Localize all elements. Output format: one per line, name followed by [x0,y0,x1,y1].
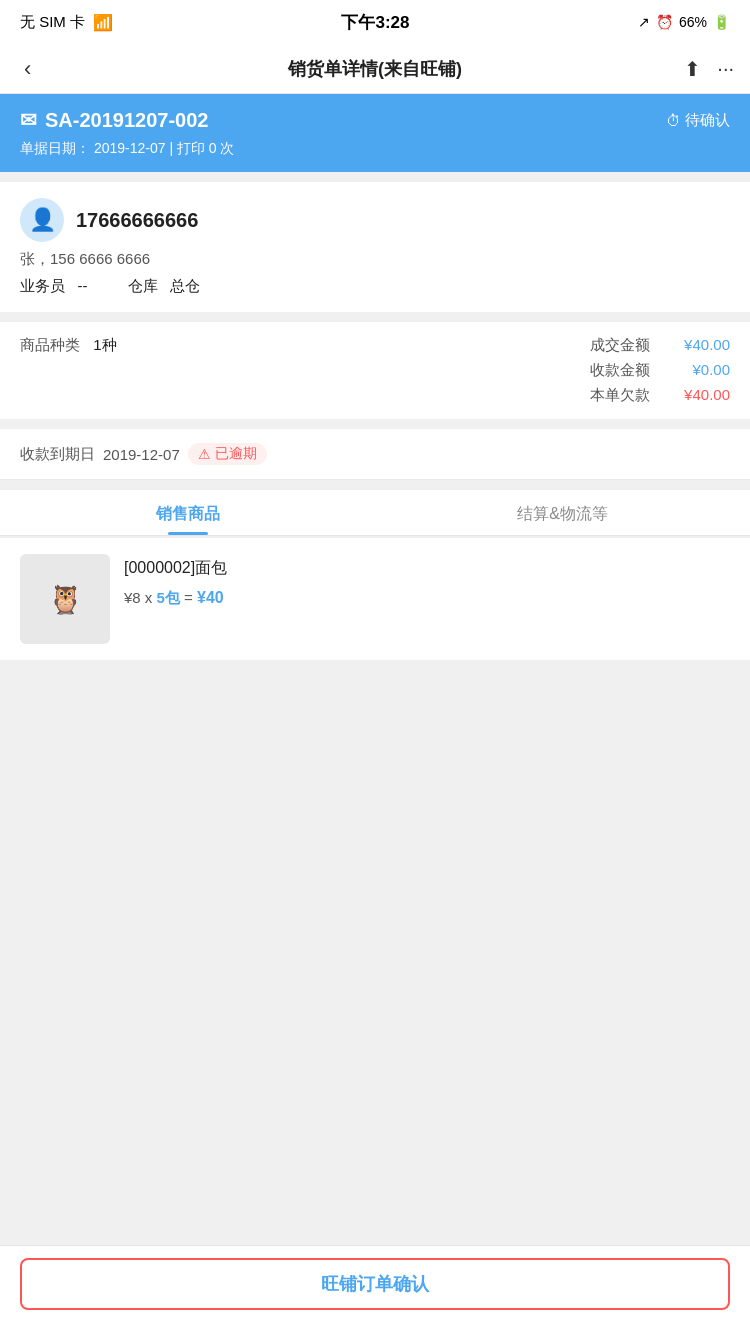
customer-meta: 业务员 -- 仓库 总仓 [20,277,730,296]
wifi-icon: 📶 [93,13,113,32]
product-price-unit: ¥8 [124,589,141,606]
tab-settlement[interactable]: 结算&物流等 [375,490,750,535]
more-button[interactable]: ··· [717,57,734,80]
customer-top: 👤 17666666666 [20,198,730,242]
location-icon: ↗ [638,14,650,30]
collected-value: ¥0.00 [660,361,730,380]
salesman-row: 业务员 -- [20,277,88,296]
email-icon: ✉ [20,108,37,132]
collected-label: 收款金额 [590,361,650,380]
status-bar-left: 无 SIM 卡 📶 [20,13,113,32]
goods-type-label: 商品种类 [20,336,80,353]
product-section: 🦉 [0000002]面包 ¥8 x 5包 = ¥40 [0,538,750,660]
avatar: 👤 [20,198,64,242]
order-id: ✉ SA-20191207-002 [20,108,208,132]
empty-space [0,660,750,860]
share-button[interactable]: ⬆ [684,57,701,81]
product-qty: 5包 [157,589,185,606]
equals-sign: = [184,589,193,606]
customer-info: 张，156 6666 6666 [20,250,730,269]
product-name-text: 面包 [195,559,227,576]
customer-phone: 17666666666 [76,209,198,232]
overdue-badge: ⚠ 已逾期 [188,443,267,465]
product-price-line: ¥8 x 5包 = ¥40 [124,589,730,608]
order-date: 单据日期： 2019-12-07 | 打印 0 次 [20,140,730,158]
owed-value: ¥40.00 [660,386,730,405]
owed-row: 本单欠款 ¥40.00 [590,386,730,405]
nav-actions: ⬆ ··· [684,57,734,81]
salesman-value: -- [78,277,88,294]
confirm-button-label: 旺铺订单确认 [321,1272,429,1296]
tabs-section: 销售商品 结算&物流等 [0,490,750,536]
status-clock-icon: ⏱ [666,112,681,129]
overdue-icon: ⚠ [198,446,211,462]
battery-icon: 🔋 [713,14,730,30]
product-code: [0000002] [124,559,195,576]
status-bar: 无 SIM 卡 📶 下午3:28 ↗ ⏰ 66% 🔋 [0,0,750,44]
order-status: ⏱ 待确认 [666,111,730,130]
date-label: 单据日期： [20,140,90,156]
status-text: 待确认 [685,111,730,130]
page-title: 销货单详情(来自旺铺) [288,57,462,81]
summary-right: 成交金额 ¥40.00 收款金额 ¥0.00 本单欠款 ¥40.00 [590,336,730,405]
deal-amount-value: ¥40.00 [660,336,730,355]
deal-amount-label: 成交金额 [590,336,650,355]
order-header: ✉ SA-20191207-002 ⏱ 待确认 单据日期： 2019-12-07… [0,94,750,172]
product-thumbnail: 🦉 [20,554,110,644]
order-id-value: SA-20191207-002 [45,109,208,132]
order-header-top: ✉ SA-20191207-002 ⏱ 待确认 [20,108,730,132]
deal-amount-row: 成交金额 ¥40.00 [590,336,730,355]
overdue-text: 已逾期 [215,445,257,463]
due-date-label: 收款到期日 [20,445,95,464]
warehouse-row: 仓库 总仓 [128,277,201,296]
alarm-icon: ⏰ [656,14,673,30]
due-section: 收款到期日 2019-12-07 ⚠ 已逾期 [0,429,750,480]
status-bar-time: 下午3:28 [341,11,409,34]
warehouse-value: 总仓 [170,277,200,294]
carrier-label: 无 SIM 卡 [20,13,85,32]
warehouse-label: 仓库 [128,277,158,294]
summary-section: 商品种类 1种 成交金额 ¥40.00 收款金额 ¥0.00 本单欠款 ¥40.… [0,322,750,419]
goods-type-row: 商品种类 1种 [20,336,117,355]
multiply-sign: x [145,589,153,606]
customer-section: 👤 17666666666 张，156 6666 6666 业务员 -- 仓库 … [0,182,750,312]
product-item: 🦉 [0000002]面包 ¥8 x 5包 = ¥40 [20,554,730,644]
battery-label: 66% [679,14,707,30]
owed-label: 本单欠款 [590,386,650,405]
tab-sales-products[interactable]: 销售商品 [0,490,375,535]
date-value: 2019-12-07 [94,140,166,156]
bottom-bar: 旺铺订单确认 [0,1245,750,1334]
print-info: | 打印 0 次 [169,140,234,156]
summary-left: 商品种类 1种 [20,336,117,355]
product-thumb-icon: 🦉 [48,583,83,616]
product-info: [0000002]面包 ¥8 x 5包 = ¥40 [124,554,730,608]
due-date-value: 2019-12-07 [103,446,180,463]
nav-bar: ‹ 销货单详情(来自旺铺) ⬆ ··· [0,44,750,94]
salesman-label: 业务员 [20,277,65,294]
back-button[interactable]: ‹ [16,52,39,86]
goods-type-value: 1种 [93,336,116,353]
product-total: ¥40 [197,589,224,606]
collected-row: 收款金额 ¥0.00 [590,361,730,380]
product-name: [0000002]面包 [124,558,730,579]
confirm-order-button[interactable]: 旺铺订单确认 [20,1258,730,1310]
status-bar-right: ↗ ⏰ 66% 🔋 [638,14,730,30]
